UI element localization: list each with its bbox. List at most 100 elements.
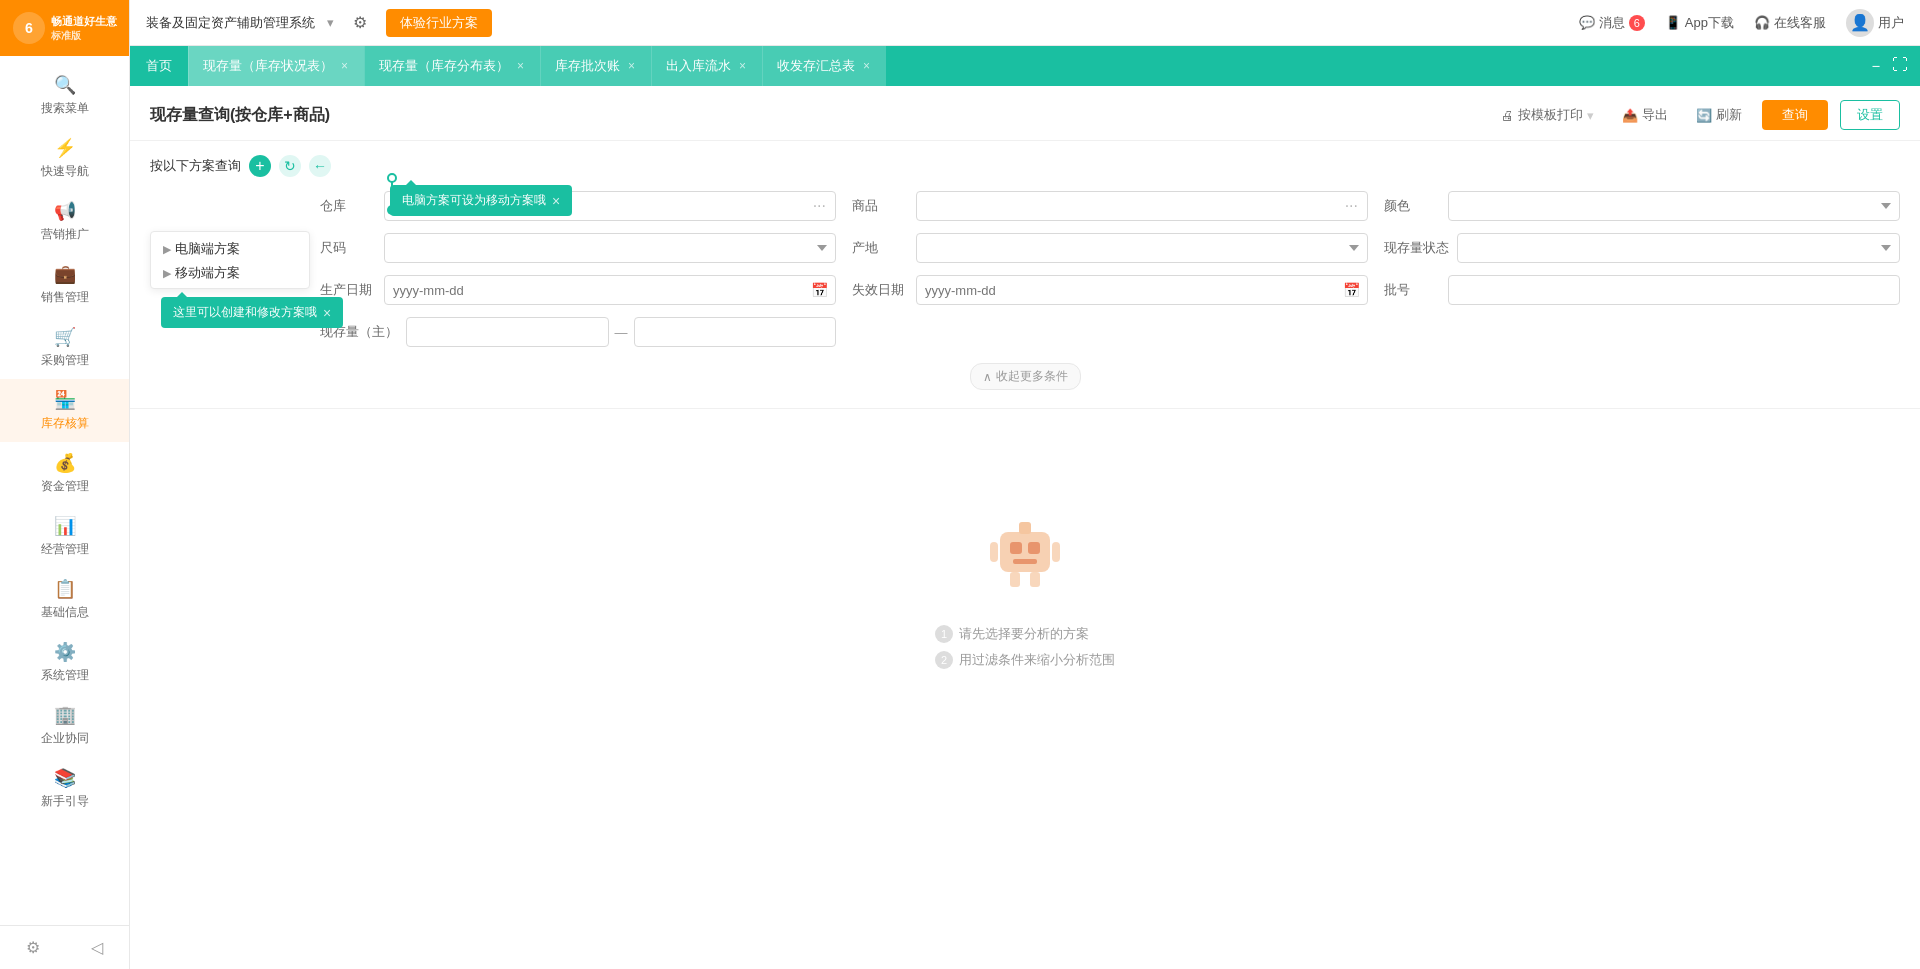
system-dropdown-icon[interactable]: ▾ [327,15,334,30]
goods-input[interactable] [916,191,1368,221]
tab-close-2[interactable]: × [515,57,526,75]
tab-controls: － ⛶ [1856,56,1920,77]
tab-inventory-batch[interactable]: 库存批次账 × [540,46,651,86]
sidebar-item-sales[interactable]: 💼 销售管理 [0,253,129,316]
user-btn[interactable]: 👤 用户 [1846,9,1904,37]
sidebar: 6 畅通道好生意 标准版 🔍 搜索菜单 ⚡ 快速导航 📢 营销推广 💼 销售管理… [0,0,130,969]
warehouse-more-btn[interactable]: ··· [809,197,830,215]
app-download-btn[interactable]: 📱 App下载 [1665,14,1734,32]
prod-date-input[interactable] [384,275,836,305]
operations-icon: 📊 [54,515,76,537]
trial-btn[interactable]: 体验行业方案 [386,9,492,37]
exp-date-cal-icon[interactable]: 📅 [1343,282,1360,298]
filter-header: 按以下方案查询 + ↻ ← 电脑方案可设为移动方案哦 × [150,155,1900,177]
tab-maximize-btn[interactable]: ⛶ [1892,56,1908,77]
page-actions: 🖨 按模板打印 ▾ 📤 导出 🔄 刷新 查询 设置 [1493,100,1900,130]
svg-rect-6 [1019,522,1031,534]
svg-rect-10 [1030,572,1040,587]
collapse-row: ∧ 收起更多条件 [150,355,1900,394]
sidebar-item-enterprise[interactable]: 🏢 企业协同 [0,694,129,757]
sidebar-item-operations[interactable]: 📊 经营管理 [0,505,129,568]
sidebar-item-basic-label: 基础信息 [41,604,89,621]
svg-text:6: 6 [25,20,33,36]
message-btn[interactable]: 💬 消息 6 [1579,14,1645,32]
user-avatar: 👤 [1846,9,1874,37]
quicknav-icon: ⚡ [54,137,76,159]
exp-date-input[interactable] [916,275,1368,305]
sidebar-item-search-label: 搜索菜单 [41,100,89,117]
stock-qty-min-input[interactable] [406,317,609,347]
marketing-icon: 📢 [54,200,76,222]
sidebar-item-marketing[interactable]: 📢 营销推广 [0,190,129,253]
sidebar-item-purchase-label: 采购管理 [41,352,89,369]
stock-qty-max-input[interactable] [634,317,837,347]
tab-inventory-dist[interactable]: 现存量（库存分布表） × [364,46,540,86]
tab-close-3[interactable]: × [626,57,637,75]
inventory-icon: 🏪 [54,389,76,411]
color-select[interactable] [1448,191,1900,221]
origin-select[interactable] [916,233,1368,263]
filter-add-btn[interactable]: + [249,155,271,177]
filter-field-prod-date: 生产日期 📅 [320,275,836,305]
tab-close-5[interactable]: × [861,57,872,75]
sidebar-item-inventory[interactable]: 🏪 库存核算 [0,379,129,442]
filter-row-2: 尺码 产地 现存量状态 [320,233,1900,263]
empty-tip-2: 2 用过滤条件来缩小分析范围 [935,647,1115,673]
tab-inventory-status[interactable]: 现存量（库存状况表） × [188,46,364,86]
top-header-right: 💬 消息 6 📱 App下载 🎧 在线客服 👤 用户 [1579,9,1904,37]
refresh-icon: 🔄 [1696,108,1712,123]
sidebar-item-search[interactable]: 🔍 搜索菜单 [0,64,129,127]
size-select[interactable] [384,233,836,263]
scheme-panel: ▶ 电脑端方案 ▶ 移动端方案 这里可以创建和修改方案哦 × [150,231,310,289]
sidebar-logo: 6 畅通道好生意 标准版 [0,0,129,56]
filter-field-color: 颜色 [1384,191,1900,221]
print-btn[interactable]: 🖨 按模板打印 ▾ [1493,102,1602,128]
online-service-btn[interactable]: 🎧 在线客服 [1754,14,1826,32]
system-title: 装备及固定资产辅助管理系统 [146,14,315,32]
tab-receive-summary[interactable]: 收发存汇总表 × [762,46,886,86]
tooltip-close-1[interactable]: × [552,193,560,209]
sidebar-item-purchase[interactable]: 🛒 采购管理 [0,316,129,379]
svg-rect-4 [1028,542,1040,554]
tab-close-4[interactable]: × [737,57,748,75]
settings-icon-btn[interactable]: ⚙ [346,9,374,37]
sidebar-item-basic[interactable]: 📋 基础信息 [0,568,129,631]
sidebar-item-finance[interactable]: 💰 资金管理 [0,442,129,505]
query-btn[interactable]: 查询 [1762,100,1828,130]
tab-inout-flow[interactable]: 出入库流水 × [651,46,762,86]
tab-close-1[interactable]: × [339,57,350,75]
settings-action-btn[interactable]: 设置 [1840,100,1900,130]
sidebar-item-system[interactable]: ⚙️ 系统管理 [0,631,129,694]
sidebar-collapse-btn[interactable]: ◁ [91,938,103,957]
stock-status-select[interactable] [1457,233,1900,263]
guide-icon: 📚 [54,767,76,789]
sidebar-item-guide[interactable]: 📚 新手引导 [0,757,129,820]
page-title: 现存量查询(按仓库+商品) [150,105,330,126]
export-btn[interactable]: 📤 导出 [1614,102,1676,128]
sidebar-settings-btn[interactable]: ⚙ [26,938,40,957]
batch-input[interactable] [1448,275,1900,305]
finance-icon: 💰 [54,452,76,474]
tab-home[interactable]: 首页 [130,46,188,86]
empty-state: 1 请先选择要分析的方案 2 用过滤条件来缩小分析范围 [130,417,1920,753]
svg-rect-9 [1010,572,1020,587]
sidebar-item-finance-label: 资金管理 [41,478,89,495]
filter-field-batch: 批号 [1384,275,1900,305]
sales-icon: 💼 [54,263,76,285]
filter-refresh-btn[interactable]: ↻ [279,155,301,177]
goods-more-btn[interactable]: ··· [1341,197,1362,215]
tooltip-close-2[interactable]: × [323,305,331,321]
sidebar-item-quicknav[interactable]: ⚡ 快速导航 [0,127,129,190]
prod-date-cal-icon[interactable]: 📅 [811,282,828,298]
scheme-mobile-header: ▶ 移动端方案 [151,260,309,284]
refresh-btn[interactable]: 🔄 刷新 [1688,102,1750,128]
export-icon: 📤 [1622,108,1638,123]
service-icon: 🎧 [1754,15,1770,30]
collapse-btn[interactable]: ∧ 收起更多条件 [970,363,1081,390]
print-icon: 🖨 [1501,108,1514,123]
filter-back-btn[interactable]: ← [309,155,331,177]
tab-minimize-btn[interactable]: － [1868,56,1884,77]
sidebar-item-system-label: 系统管理 [41,667,89,684]
message-badge: 6 [1629,15,1645,31]
top-header: 装备及固定资产辅助管理系统 ▾ ⚙ 体验行业方案 💬 消息 6 📱 App下载 … [130,0,1920,46]
